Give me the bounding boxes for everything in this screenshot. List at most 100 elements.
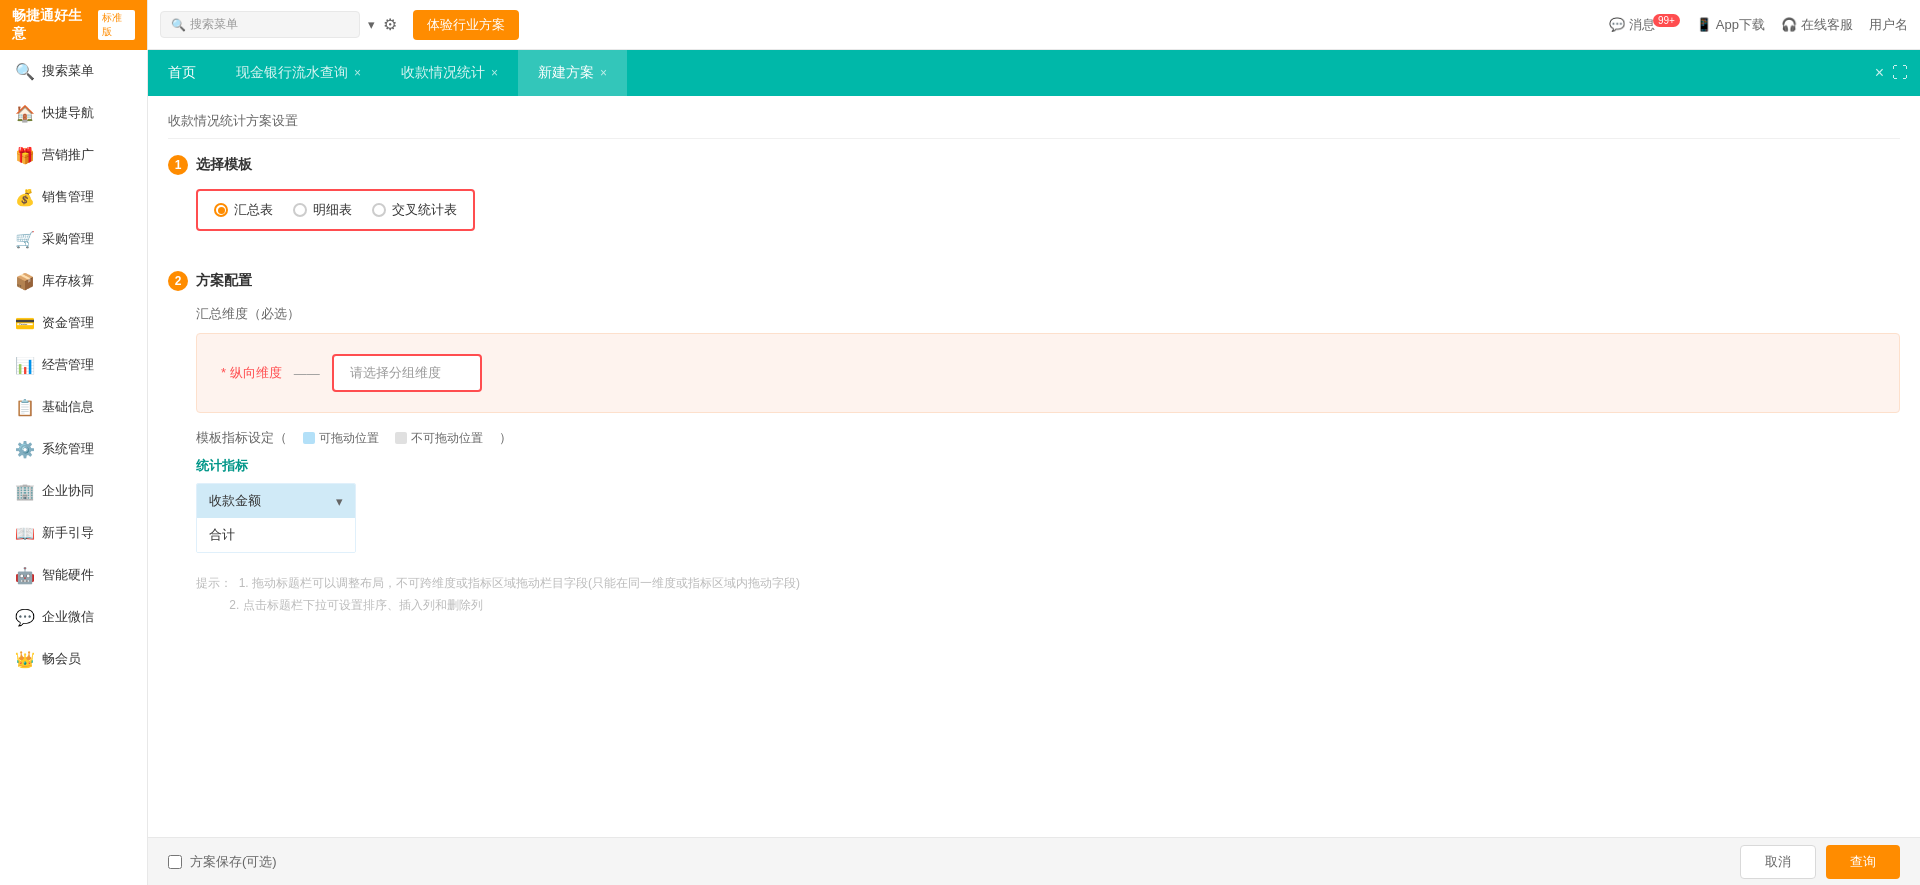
metrics-dropdown-icon[interactable]: ▾ [336,494,343,509]
section2-num: 2 [168,271,188,291]
metrics-section: 模板指标设定（ 可拖动位置 不可拖动位置 ） 统计指标 [196,429,1900,553]
system-icon: ⚙️ [16,440,34,458]
sidebar-item-system[interactable]: ⚙️ 系统管理 [0,428,147,470]
sidebar-item-sales[interactable]: 💰 销售管理 [0,176,147,218]
topbar-right: 💬 消息 99+ 📱 App下载 🎧 在线客服 用户名 [1609,16,1908,34]
sidebar-item-quick-nav[interactable]: 🏠 快捷导航 [0,92,147,134]
sidebar: 畅捷通好生意 标准版 🔍 搜索菜单 🏠 快捷导航 🎁 营销推广 💰 销售管理 🛒… [0,0,148,885]
wechat-icon: 💬 [16,608,34,626]
sidebar-label-hardware: 智能硬件 [42,566,94,584]
tab-home-label: 首页 [168,64,196,82]
sidebar-item-hardware[interactable]: 🤖 智能硬件 [0,554,147,596]
support-icon: 🎧 [1781,17,1797,32]
sidebar-item-operation[interactable]: 📊 经营管理 [0,344,147,386]
window-close-button[interactable]: × [1875,64,1884,82]
tab-cash-flow[interactable]: 现金银行流水查询 × [216,50,381,96]
nav-tabs-end: × ⛶ [1875,64,1920,82]
sidebar-item-guide[interactable]: 📖 新手引导 [0,512,147,554]
tab-receipts-stats[interactable]: 收款情况统计 × [381,50,518,96]
metrics-config-label: 模板指标设定（ [196,429,287,447]
section2-title: 方案配置 [196,272,252,290]
tab-new-plan[interactable]: 新建方案 × [518,50,627,96]
radio-detail-circle[interactable] [293,203,307,217]
stats-title: 统计指标 [196,457,1900,475]
sidebar-label-purchase: 采购管理 [42,230,94,248]
section1-title: 选择模板 [196,156,252,174]
sidebar-label-finance: 资金管理 [42,314,94,332]
section2-header: 2 方案配置 [168,271,1900,291]
sidebar-item-member[interactable]: 👑 畅会员 [0,638,147,680]
download-icon: 📱 [1696,17,1712,32]
metrics-header: 模板指标设定（ 可拖动位置 不可拖动位置 ） [196,429,1900,447]
inventory-icon: 📦 [16,272,34,290]
user-name: 用户名 [1869,16,1908,34]
window-maximize-button[interactable]: ⛶ [1892,64,1908,82]
save-plan-label: 方案保存(可选) [190,853,277,871]
notifications-item[interactable]: 💬 消息 99+ [1609,16,1680,34]
dimension-select[interactable]: 请选择分组维度 [332,354,482,392]
metrics-col-header: 收款金额 [209,492,261,510]
draggable-label: 可拖动位置 [319,430,379,447]
sidebar-item-purchase[interactable]: 🛒 采购管理 [0,218,147,260]
logo-text: 畅捷通好生意 [12,7,94,43]
basic-info-icon: 📋 [16,398,34,416]
radio-summary[interactable]: 汇总表 [214,201,273,219]
metrics-table-header: 收款金额 ▾ [197,484,355,518]
sidebar-item-search-menu[interactable]: 🔍 搜索菜单 [0,50,147,92]
sidebar-label-quick-nav: 快捷导航 [42,104,94,122]
section1-header: 1 选择模板 [168,155,1900,175]
download-label: App下载 [1716,16,1765,34]
sidebar-item-wechat[interactable]: 💬 企业微信 [0,596,147,638]
sidebar-label-member: 畅会员 [42,650,81,668]
sidebar-label-operation: 经营管理 [42,356,94,374]
content-area: 收款情况统计方案设置 1 选择模板 汇总表 明细表 [148,96,1920,837]
gear-icon[interactable]: ⚙ [383,15,397,34]
tab-receipts-stats-close[interactable]: × [491,66,498,80]
purchase-icon: 🛒 [16,230,34,248]
sidebar-item-finance[interactable]: 💳 资金管理 [0,302,147,344]
tips-section: 提示： 1. 拖动标题栏可以调整布局，不可跨维度或指标区域拖动栏目字段(只能在同… [196,573,1900,616]
tab-home[interactable]: 首页 [148,50,216,96]
sidebar-item-inventory[interactable]: 📦 库存核算 [0,260,147,302]
sidebar-label-enterprise: 企业协同 [42,482,94,500]
sidebar-label-inventory: 库存核算 [42,272,94,290]
sidebar-item-enterprise[interactable]: 🏢 企业协同 [0,470,147,512]
topbar-dropdown[interactable]: ▾ [368,17,375,32]
support-label: 在线客服 [1801,16,1853,34]
radio-cross[interactable]: 交叉统计表 [372,201,457,219]
tab-cash-flow-label: 现金银行流水查询 [236,64,348,82]
sidebar-logo: 畅捷通好生意 标准版 [0,0,147,50]
search-menu-icon: 🔍 [16,62,34,80]
tip-line-1: 提示： 1. 拖动标题栏可以调整布局，不可跨维度或指标区域拖动栏目字段(只能在同… [196,573,1900,595]
sidebar-item-marketing[interactable]: 🎁 营销推广 [0,134,147,176]
tab-cash-flow-close[interactable]: × [354,66,361,80]
non-draggable-dot [395,432,407,444]
operation-icon: 📊 [16,356,34,374]
notifications-badge: 99+ [1653,14,1680,27]
notifications-label: 消息 [1629,16,1655,34]
tab-new-plan-close[interactable]: × [600,66,607,80]
topbar-search[interactable]: 🔍 搜索菜单 [160,11,360,38]
tab-new-plan-label: 新建方案 [538,64,594,82]
guide-icon: 📖 [16,524,34,542]
radio-detail[interactable]: 明细表 [293,201,352,219]
dimension-area: * 纵向维度 —— 请选择分组维度 [196,333,1900,413]
support-item[interactable]: 🎧 在线客服 [1781,16,1853,34]
logo-badge: 标准版 [98,10,135,40]
cancel-button[interactable]: 取消 [1740,845,1816,879]
footer: 方案保存(可选) 取消 查询 [148,837,1920,885]
radio-summary-label: 汇总表 [234,201,273,219]
download-item[interactable]: 📱 App下载 [1696,16,1765,34]
nav-tabs: 首页 现金银行流水查询 × 收款情况统计 × 新建方案 × × ⛶ [148,50,1920,96]
section1-num: 1 [168,155,188,175]
query-button[interactable]: 查询 [1826,845,1900,879]
radio-cross-circle[interactable] [372,203,386,217]
user-item[interactable]: 用户名 [1869,16,1908,34]
industry-plan-button[interactable]: 体验行业方案 [413,10,519,40]
metrics-table-body: 合计 [197,518,355,552]
sidebar-label-system: 系统管理 [42,440,94,458]
save-plan-checkbox[interactable] [168,855,182,869]
radio-summary-circle[interactable] [214,203,228,217]
tab-receipts-stats-label: 收款情况统计 [401,64,485,82]
sidebar-item-basic-info[interactable]: 📋 基础信息 [0,386,147,428]
